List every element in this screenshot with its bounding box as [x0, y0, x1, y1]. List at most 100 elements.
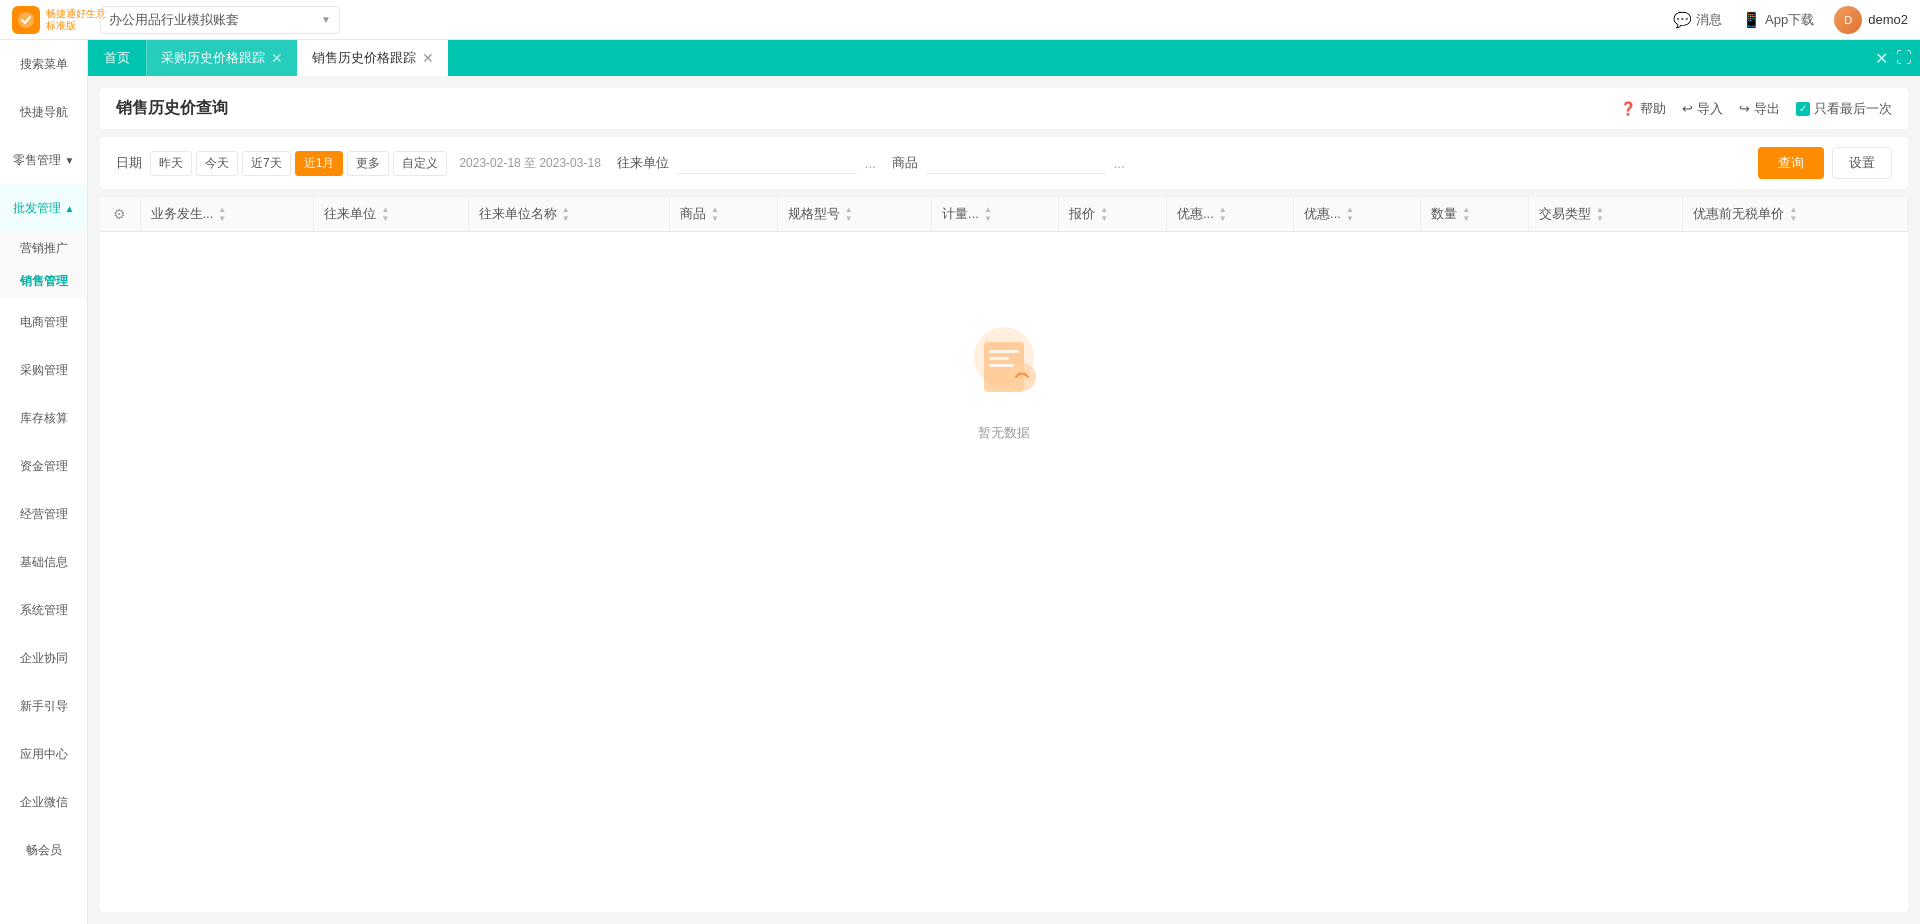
tab-bar-actions: ✕ ⛶ — [1867, 40, 1920, 76]
col-discount2[interactable]: 优惠... ▲▼ — [1294, 197, 1421, 232]
sidebar-item-marketing[interactable]: 营销推广 — [0, 232, 87, 265]
sidebar-item-purchase[interactable]: 采购管理 — [0, 346, 87, 394]
sidebar-item-wechat[interactable]: 企业微信 — [0, 778, 87, 826]
tab-purchase-close[interactable]: ✕ — [271, 51, 283, 65]
sidebar-item-shortcut[interactable]: 快捷导航 — [0, 88, 87, 136]
col-qty[interactable]: 数量 ▲▼ — [1421, 197, 1529, 232]
sidebar-item-apps[interactable]: 应用中心 — [0, 730, 87, 778]
sidebar-item-ecommerce[interactable]: 电商管理 — [0, 298, 87, 346]
page-content: 销售历史价查询 ❓ 帮助 ↩ 导入 ↪ 导出 ✓ — [88, 76, 1920, 924]
app-download-btn[interactable]: 📱 App下载 — [1742, 11, 1814, 29]
date-btn-custom[interactable]: 自定义 — [393, 151, 447, 176]
tab-sales-close[interactable]: ✕ — [422, 51, 434, 65]
sidebar-item-finance[interactable]: 资金管理 — [0, 442, 87, 490]
basic-info-label: 基础信息 — [20, 554, 68, 571]
username-label: demo2 — [1868, 12, 1908, 27]
sidebar-item-retail[interactable]: 零售管理 ▼ — [0, 136, 87, 184]
query-button[interactable]: 查询 — [1758, 147, 1824, 179]
help-icon: ❓ — [1620, 101, 1636, 116]
message-label: 消息 — [1696, 11, 1722, 29]
sales-mgmt-label: 销售管理 — [20, 273, 68, 290]
date-btn-more[interactable]: 更多 — [347, 151, 389, 176]
only-last-label: 只看最后一次 — [1814, 100, 1892, 118]
col-spec[interactable]: 规格型号 ▲▼ — [777, 197, 931, 232]
product-filter-label: 商品 — [892, 154, 918, 172]
dropdown-icon: ▼ — [321, 14, 331, 25]
enterprise-label: 企业协同 — [20, 650, 68, 667]
col-discount1[interactable]: 优惠... ▲▼ — [1166, 197, 1293, 232]
import-label: 导入 — [1697, 100, 1723, 118]
search-label: 搜索菜单 — [20, 56, 68, 73]
col-biz-date[interactable]: 业务发生... ▲▼ — [140, 197, 314, 232]
sidebar-item-sales-mgmt[interactable]: 销售管理 — [0, 265, 87, 298]
app-selector[interactable]: 办公用品行业模拟账套 ▼ — [100, 6, 340, 34]
avatar: D — [1834, 6, 1862, 34]
operations-label: 经营管理 — [20, 506, 68, 523]
date-btn-last7[interactable]: 近7天 — [242, 151, 291, 176]
apps-label: 应用中心 — [20, 746, 68, 763]
partner-input[interactable] — [677, 152, 857, 174]
empty-text: 暂无数据 — [978, 424, 1030, 442]
checkbox-icon: ✓ — [1796, 102, 1810, 116]
col-quote[interactable]: 报价 ▲▼ — [1059, 197, 1167, 232]
export-btn[interactable]: ↪ 导出 — [1739, 100, 1780, 118]
table-header: ⚙ 业务发生... ▲▼ 往来单位 — [100, 197, 1908, 232]
import-btn[interactable]: ↩ 导入 — [1682, 100, 1723, 118]
col-pretax-price[interactable]: 优惠前无税单价 ▲▼ — [1683, 197, 1908, 232]
tab-purchase[interactable]: 采购历史价格跟踪 ✕ — [146, 40, 297, 76]
col-partner-code[interactable]: 往来单位 ▲▼ — [314, 197, 468, 232]
logo-area: 畅捷通好生意 标准版 — [12, 6, 92, 34]
data-table: ⚙ 业务发生... ▲▼ 往来单位 — [100, 197, 1908, 232]
user-avatar-area[interactable]: D demo2 — [1834, 6, 1908, 34]
sidebar-item-member[interactable]: 畅会员 — [0, 826, 87, 874]
sidebar-item-operations[interactable]: 经营管理 — [0, 490, 87, 538]
app-logo — [12, 6, 40, 34]
col-unit[interactable]: 计量... ▲▼ — [932, 197, 1059, 232]
top-header: 畅捷通好生意 标准版 办公用品行业模拟账套 ▼ 💬 消息 📱 App下载 D d… — [0, 0, 1920, 40]
sort-icon: ▲▼ — [1596, 205, 1604, 223]
col-product[interactable]: 商品 ▲▼ — [669, 197, 777, 232]
import-icon: ↩ — [1682, 101, 1693, 116]
sidebar-item-inventory[interactable]: 库存核算 — [0, 394, 87, 442]
tab-home[interactable]: 首页 — [88, 40, 146, 76]
app-download-label: App下载 — [1765, 11, 1814, 29]
sidebar-item-enterprise[interactable]: 企业协同 — [0, 634, 87, 682]
page-title: 销售历史价查询 — [116, 98, 228, 119]
date-btn-yesterday[interactable]: 昨天 — [150, 151, 192, 176]
sidebar-item-system[interactable]: 系统管理 — [0, 586, 87, 634]
tab-purchase-label: 采购历史价格跟踪 — [161, 49, 265, 67]
date-range-text: 2023-02-18 至 2023-03-18 — [459, 155, 600, 172]
only-last-checkbox[interactable]: ✓ 只看最后一次 — [1796, 100, 1892, 118]
gear-icon[interactable]: ⚙ — [110, 206, 130, 222]
header-right: 💬 消息 📱 App下载 D demo2 — [1673, 6, 1908, 34]
sort-icon: ▲▼ — [845, 205, 853, 223]
date-filter-label: 日期 — [116, 154, 142, 172]
sort-icon: ▲▼ — [1462, 205, 1470, 223]
col-gear[interactable]: ⚙ — [100, 197, 140, 232]
col-trade-type[interactable]: 交易类型 ▲▼ — [1528, 197, 1682, 232]
col-partner-name[interactable]: 往来单位名称 ▲▼ — [468, 197, 669, 232]
svg-point-6 — [1008, 363, 1036, 391]
table-container: ⚙ 业务发生... ▲▼ 往来单位 — [100, 197, 1908, 912]
tab-sales[interactable]: 销售历史价格跟踪 ✕ — [297, 40, 448, 76]
sidebar-item-wholesale[interactable]: 批发管理 ▲ — [0, 184, 87, 232]
sidebar-item-search[interactable]: 搜索菜单 — [0, 40, 87, 88]
date-btn-today[interactable]: 今天 — [196, 151, 238, 176]
message-btn[interactable]: 💬 消息 — [1673, 11, 1722, 29]
help-btn[interactable]: ❓ 帮助 — [1620, 100, 1666, 118]
date-btn-last1m[interactable]: 近1月 — [295, 151, 344, 176]
tab-close-all-btn[interactable]: ✕ — [1875, 49, 1888, 68]
help-label: 帮助 — [1640, 100, 1666, 118]
partner-select-btn[interactable]: ... — [865, 156, 876, 171]
svg-rect-4 — [989, 357, 1009, 360]
sidebar-item-basic-info[interactable]: 基础信息 — [0, 538, 87, 586]
product-input[interactable] — [926, 152, 1106, 174]
product-select-btn[interactable]: ... — [1114, 156, 1125, 171]
system-label: 系统管理 — [20, 602, 68, 619]
settings-button[interactable]: 设置 — [1832, 147, 1892, 179]
tab-expand-btn[interactable]: ⛶ — [1896, 49, 1912, 67]
sidebar-item-guide[interactable]: 新手引导 — [0, 682, 87, 730]
sort-icon: ▲▼ — [1789, 205, 1797, 223]
product-filter-group: 商品 ... — [892, 152, 1125, 174]
filter-action-btns: 查询 设置 — [1758, 147, 1892, 179]
